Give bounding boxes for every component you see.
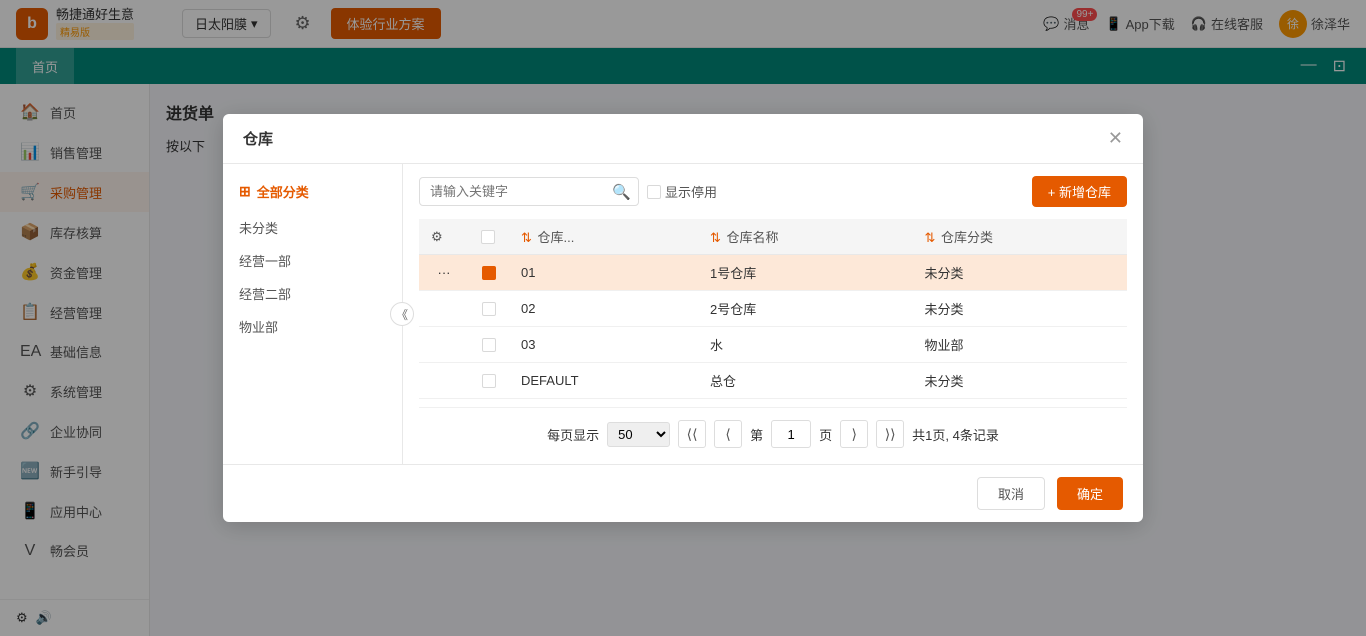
col-category-header: ⇅ 仓库分类 xyxy=(913,219,1128,255)
table-row[interactable]: DEFAULT 总仓 未分类 xyxy=(419,363,1127,399)
warehouse-modal: 仓库 ✕ ⊞ 全部分类 未分类经营一部经营二部物业部 《 🔍 xyxy=(223,114,1143,522)
row-name: 总仓 xyxy=(698,363,912,399)
row-actions xyxy=(419,363,469,399)
row-actions xyxy=(419,327,469,363)
row-category: 未分类 xyxy=(913,363,1128,399)
tree-item-经营一部[interactable]: 经营一部 xyxy=(223,244,402,277)
show-disabled-text: 显示停用 xyxy=(665,182,717,201)
show-disabled-label[interactable]: 显示停用 xyxy=(647,182,717,201)
row-checkbox-3[interactable] xyxy=(482,338,496,352)
add-warehouse-button[interactable]: + 新增仓库 xyxy=(1032,176,1127,207)
sort-icon-category: ⇅ xyxy=(925,230,936,245)
row-actions xyxy=(419,291,469,327)
tree-item-物业部[interactable]: 物业部 xyxy=(223,310,402,343)
search-wrap: 🔍 xyxy=(419,177,639,206)
per-page-select[interactable]: 50 xyxy=(607,422,670,447)
table-row[interactable]: 02 2号仓库 未分类 xyxy=(419,291,1127,327)
row-category: 未分类 xyxy=(913,255,1128,291)
sort-icon-name: ⇅ xyxy=(710,230,721,245)
col-code-header: ⇅ 仓库... xyxy=(509,219,698,255)
prev-page-button[interactable]: ⟨ xyxy=(714,420,742,448)
row-actions: ··· xyxy=(419,255,469,291)
modal-overlay: 仓库 ✕ ⊞ 全部分类 未分类经营一部经营二部物业部 《 🔍 xyxy=(0,0,1366,636)
modal-body: ⊞ 全部分类 未分类经营一部经营二部物业部 《 🔍 显示停用 xyxy=(223,164,1143,464)
total-info: 共1页, 4条记录 xyxy=(912,425,999,444)
row-code: 01 xyxy=(509,255,698,291)
row-checkbox-cell xyxy=(469,291,509,327)
toolbar: 🔍 显示停用 + 新增仓库 xyxy=(419,176,1127,207)
row-code: 03 xyxy=(509,327,698,363)
first-page-button[interactable]: ⟨⟨ xyxy=(678,420,706,448)
table-row[interactable]: ··· 01 1号仓库 未分类 xyxy=(419,255,1127,291)
row-checkbox-cell xyxy=(469,327,509,363)
cancel-button[interactable]: 取消 xyxy=(977,477,1045,510)
row-code: DEFAULT xyxy=(509,363,698,399)
row-category: 物业部 xyxy=(913,327,1128,363)
col-checkbox xyxy=(469,219,509,255)
sort-icon: ⇅ xyxy=(521,230,532,245)
col-name-header: ⇅ 仓库名称 xyxy=(698,219,912,255)
tree-item-未分类[interactable]: 未分类 xyxy=(223,211,402,244)
row-name: 2号仓库 xyxy=(698,291,912,327)
next-page-button[interactable]: ⟩ xyxy=(840,420,868,448)
page-suffix: 页 xyxy=(819,425,832,444)
per-page-label: 每页显示 xyxy=(547,425,599,444)
modal-header: 仓库 ✕ xyxy=(223,114,1143,164)
modal-close-button[interactable]: ✕ xyxy=(1108,128,1123,149)
table-container: ⚙ ⇅ 仓库... ⇅ 仓库名称 xyxy=(419,219,1127,399)
page-label: 第 xyxy=(750,425,763,444)
col-gear: ⚙ xyxy=(419,219,469,255)
tree-header-label: 全部分类 xyxy=(257,182,309,201)
row-name: 1号仓库 xyxy=(698,255,912,291)
warehouse-table: ⚙ ⇅ 仓库... ⇅ 仓库名称 xyxy=(419,219,1127,399)
tree-item-经营二部[interactable]: 经营二部 xyxy=(223,277,402,310)
show-disabled-checkbox[interactable] xyxy=(647,185,661,199)
search-icon[interactable]: 🔍 xyxy=(612,183,631,201)
modal-footer: 取消 确定 xyxy=(223,464,1143,522)
table-head: ⚙ ⇅ 仓库... ⇅ 仓库名称 xyxy=(419,219,1127,255)
tree-header: ⊞ 全部分类 xyxy=(223,176,402,211)
row-code: 02 xyxy=(509,291,698,327)
row-checkbox-2[interactable] xyxy=(482,302,496,316)
row-checkbox-1[interactable] xyxy=(482,266,496,280)
row-category: 未分类 xyxy=(913,291,1128,327)
row-checkbox-4[interactable] xyxy=(482,374,496,388)
row-checkbox-cell xyxy=(469,255,509,291)
tree-panel: ⊞ 全部分类 未分类经营一部经营二部物业部 《 xyxy=(223,164,403,464)
row-checkbox-cell xyxy=(469,363,509,399)
tree-collapse-button[interactable]: 《 xyxy=(390,302,414,326)
row-name: 水 xyxy=(698,327,912,363)
grid-icon: ⊞ xyxy=(239,183,251,200)
confirm-button[interactable]: 确定 xyxy=(1057,477,1123,510)
table-header-row: ⚙ ⇅ 仓库... ⇅ 仓库名称 xyxy=(419,219,1127,255)
modal-title: 仓库 xyxy=(243,128,273,149)
table-body: ··· 01 1号仓库 未分类 02 2号仓库 未分类 03 水 物业部 DEF… xyxy=(419,255,1127,399)
table-panel: 🔍 显示停用 + 新增仓库 ⚙ xyxy=(403,164,1143,464)
page-input[interactable] xyxy=(771,420,811,448)
search-input[interactable] xyxy=(419,177,639,206)
select-all-checkbox[interactable] xyxy=(481,230,495,244)
last-page-button[interactable]: ⟩⟩ xyxy=(876,420,904,448)
table-row[interactable]: 03 水 物业部 xyxy=(419,327,1127,363)
pagination: 每页显示 50 ⟨⟨ ⟨ 第 页 ⟩ ⟩⟩ 共1页, 4条记录 xyxy=(419,407,1127,452)
